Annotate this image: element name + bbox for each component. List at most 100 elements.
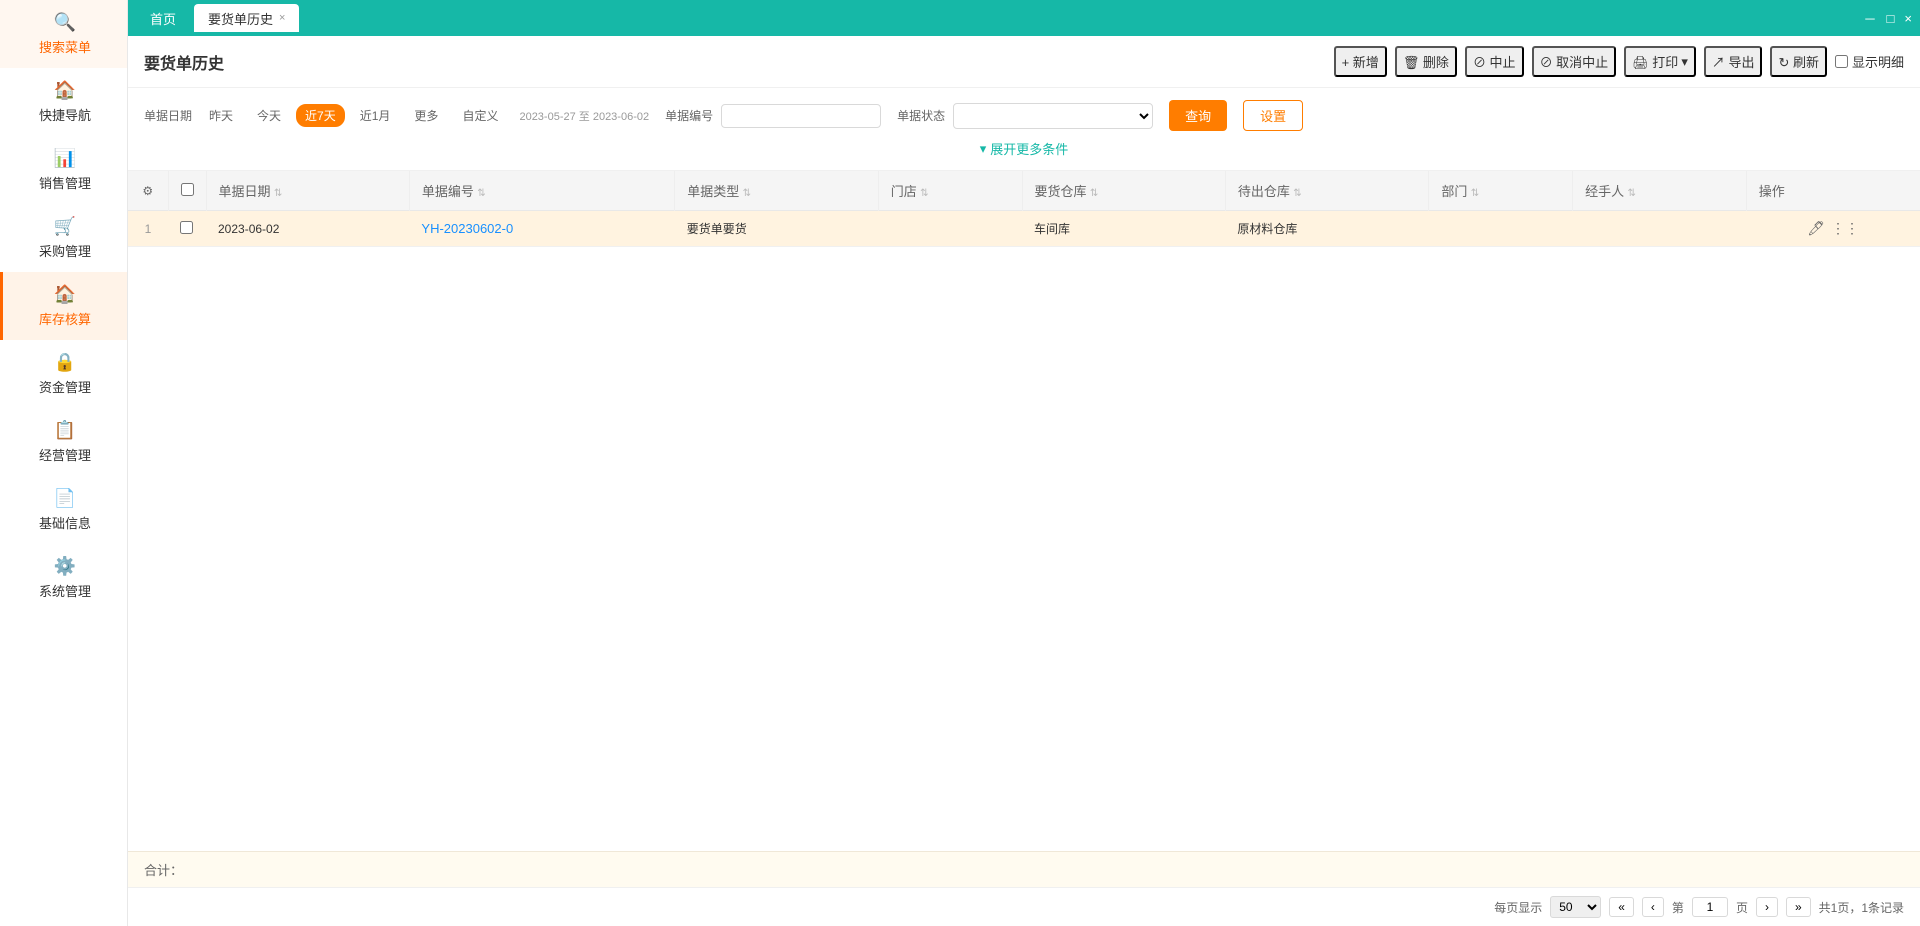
date-btn-yesterday[interactable]: 昨天	[200, 104, 242, 127]
row-doc-date: 2023-06-02	[206, 211, 409, 247]
last-page-btn[interactable]: »	[1786, 897, 1811, 917]
export-button[interactable]: ↗ 导出	[1704, 46, 1763, 77]
sort-pending-warehouse-icon[interactable]: ⇅	[1293, 188, 1301, 199]
sidebar-item-inventory[interactable]: 🏠 库存核算	[0, 272, 127, 340]
sidebar-item-basic-info[interactable]: 📄 基础信息	[0, 476, 127, 544]
maximize-btn[interactable]: □	[1887, 11, 1895, 26]
prev-page-btn[interactable]: ‹	[1642, 897, 1664, 917]
filter-area: 单据日期 昨天 今天 近7天 近1月 更多 自定义 2023-05-27 至 2…	[128, 88, 1920, 171]
th-store: 门店 ⇅	[878, 171, 1022, 211]
purchase-icon: 🛒	[54, 216, 76, 237]
date-filter-label: 单据日期	[144, 107, 192, 124]
sort-store-icon[interactable]: ⇅	[920, 188, 928, 199]
sales-icon: 📊	[54, 148, 76, 169]
total-info: 共1页，1条记录	[1819, 899, 1904, 916]
sort-doc-date-icon[interactable]: ⇅	[274, 188, 282, 199]
doc-number-input[interactable]	[721, 104, 881, 128]
table-header-row: ⚙ 单据日期 ⇅ 单据编号 ⇅ 单据类型	[128, 171, 1920, 211]
th-doc-date: 单据日期 ⇅	[206, 171, 409, 211]
print-dropdown-icon: ▾	[1681, 54, 1688, 70]
page-size-select[interactable]: 50 100	[1550, 896, 1601, 918]
settings-button[interactable]: 设置	[1243, 100, 1303, 131]
date-filter-group: 单据日期 昨天 今天 近7天 近1月 更多 自定义 2023-05-27 至 2…	[144, 104, 649, 127]
finance-icon: 🔒	[54, 352, 76, 373]
table-container: ⚙ 单据日期 ⇅ 单据编号 ⇅ 单据类型	[128, 171, 1920, 851]
display-detail-toggle[interactable]: 显示明细	[1835, 52, 1904, 71]
tab-home[interactable]: 首页	[136, 4, 190, 32]
main-area: 首页 要货单历史 × － □ × 要货单历史 + 新增 🗑 删除	[128, 0, 1920, 926]
minimize-btn[interactable]: －	[1864, 9, 1877, 28]
print-button[interactable]: 🖨 打印 ▾	[1624, 46, 1696, 77]
window-controls: － □ ×	[1864, 9, 1912, 28]
query-button[interactable]: 查询	[1169, 100, 1227, 131]
date-btn-custom[interactable]: 自定义	[453, 104, 507, 127]
toolbar: + 新增 🗑 删除 ⊘ 中止 ⊘ 取消中止 🖨 打印 ▾ ↗ 导出	[1334, 46, 1904, 77]
date-btn-today[interactable]: 今天	[248, 104, 290, 127]
tab-close-icon[interactable]: ×	[279, 12, 285, 24]
page-unit: 页	[1736, 899, 1748, 916]
sidebar-item-finance[interactable]: 🔒 资金管理	[0, 340, 127, 408]
page-label: 第	[1672, 899, 1684, 916]
sort-doc-type-icon[interactable]: ⇅	[743, 188, 751, 199]
sort-doc-number-icon[interactable]: ⇅	[477, 188, 485, 199]
th-ops: 操作	[1746, 171, 1920, 211]
delete-button[interactable]: 🗑 删除	[1395, 46, 1457, 77]
tab-requisition-history[interactable]: 要货单历史 ×	[194, 4, 299, 32]
row-handler	[1573, 211, 1747, 247]
table-footer: 合计：	[128, 851, 1920, 887]
per-page-label: 每页显示	[1494, 899, 1542, 916]
row-doc-type: 要货单要货	[675, 211, 878, 247]
first-page-btn[interactable]: «	[1609, 897, 1634, 917]
row-num: 1	[128, 211, 168, 247]
date-range-display: 2023-05-27 至 2023-06-02	[519, 108, 649, 124]
more-row-icon[interactable]: ⋮⋮	[1831, 220, 1859, 237]
basic-info-icon: 📄	[54, 488, 76, 509]
next-page-btn[interactable]: ›	[1756, 897, 1778, 917]
date-btn-last7days[interactable]: 近7天	[296, 104, 345, 127]
pagination-bar: 每页显示 50 100 « ‹ 第 页 › » 共1页，1条记录	[128, 887, 1920, 926]
sidebar-item-sales[interactable]: 📊 销售管理	[0, 136, 127, 204]
row-checkbox-cell	[168, 211, 206, 247]
select-all-checkbox[interactable]	[181, 183, 194, 196]
th-doc-number: 单据编号 ⇅	[409, 171, 674, 211]
sort-req-warehouse-icon[interactable]: ⇅	[1090, 188, 1098, 199]
date-filter-buttons: 昨天 今天 近7天 近1月 更多 自定义	[200, 104, 507, 127]
page-number-input[interactable]	[1692, 897, 1728, 917]
summary-label: 合计：	[144, 863, 183, 878]
sidebar-item-operations[interactable]: 📋 经营管理	[0, 408, 127, 476]
row-doc-number: YH-20230602-0	[409, 211, 674, 247]
refresh-button[interactable]: ↻ 刷新	[1770, 46, 1827, 77]
th-req-warehouse: 要货仓库 ⇅	[1022, 171, 1225, 211]
status-select[interactable]	[953, 103, 1153, 129]
system-icon: ⚙️	[54, 556, 76, 577]
row-req-warehouse: 车间库	[1022, 211, 1225, 247]
expand-more-btn[interactable]: ▾ 展开更多条件	[144, 139, 1904, 158]
sort-handler-icon[interactable]: ⇅	[1628, 188, 1636, 199]
date-btn-last-month[interactable]: 近1月	[351, 104, 400, 127]
sort-department-icon[interactable]: ⇅	[1471, 188, 1479, 199]
sidebar-item-quick-nav[interactable]: 🏠 快捷导航	[0, 68, 127, 136]
data-table: ⚙ 单据日期 ⇅ 单据编号 ⇅ 单据类型	[128, 171, 1920, 247]
status-filter-group: 单据状态	[897, 103, 1153, 129]
cancel-stop-button[interactable]: ⊘ 取消中止	[1532, 46, 1617, 77]
sidebar-item-purchase[interactable]: 🛒 采购管理	[0, 204, 127, 272]
new-button[interactable]: + 新增	[1334, 46, 1387, 77]
filter-row-1: 单据日期 昨天 今天 近7天 近1月 更多 自定义 2023-05-27 至 2…	[144, 100, 1904, 131]
sidebar-item-search-menu[interactable]: 🔍 搜索菜单	[0, 0, 127, 68]
date-btn-more[interactable]: 更多	[405, 104, 447, 127]
row-pending-warehouse: 原材料仓库	[1225, 211, 1428, 247]
row-ops-cell: 🖊 ⋮⋮	[1746, 211, 1920, 247]
doc-number-link[interactable]: YH-20230602-0	[421, 221, 513, 236]
display-detail-checkbox[interactable]	[1835, 55, 1848, 68]
stop-button[interactable]: ⊘ 中止	[1465, 46, 1524, 77]
edit-row-icon[interactable]: 🖊	[1807, 220, 1825, 237]
doc-number-label: 单据编号	[665, 107, 713, 124]
page-header: 要货单历史 + 新增 🗑 删除 ⊘ 中止 ⊘ 取消中止 🖨 打印 ▾	[128, 36, 1920, 88]
content-area: 要货单历史 + 新增 🗑 删除 ⊘ 中止 ⊘ 取消中止 🖨 打印 ▾	[128, 36, 1920, 926]
sidebar-item-system[interactable]: ⚙️ 系统管理	[0, 544, 127, 612]
close-btn[interactable]: ×	[1904, 11, 1912, 26]
inventory-icon: 🏠	[54, 284, 76, 305]
row-checkbox[interactable]	[180, 221, 193, 234]
chevron-down-icon: ▾	[980, 141, 987, 157]
row-store	[878, 211, 1022, 247]
